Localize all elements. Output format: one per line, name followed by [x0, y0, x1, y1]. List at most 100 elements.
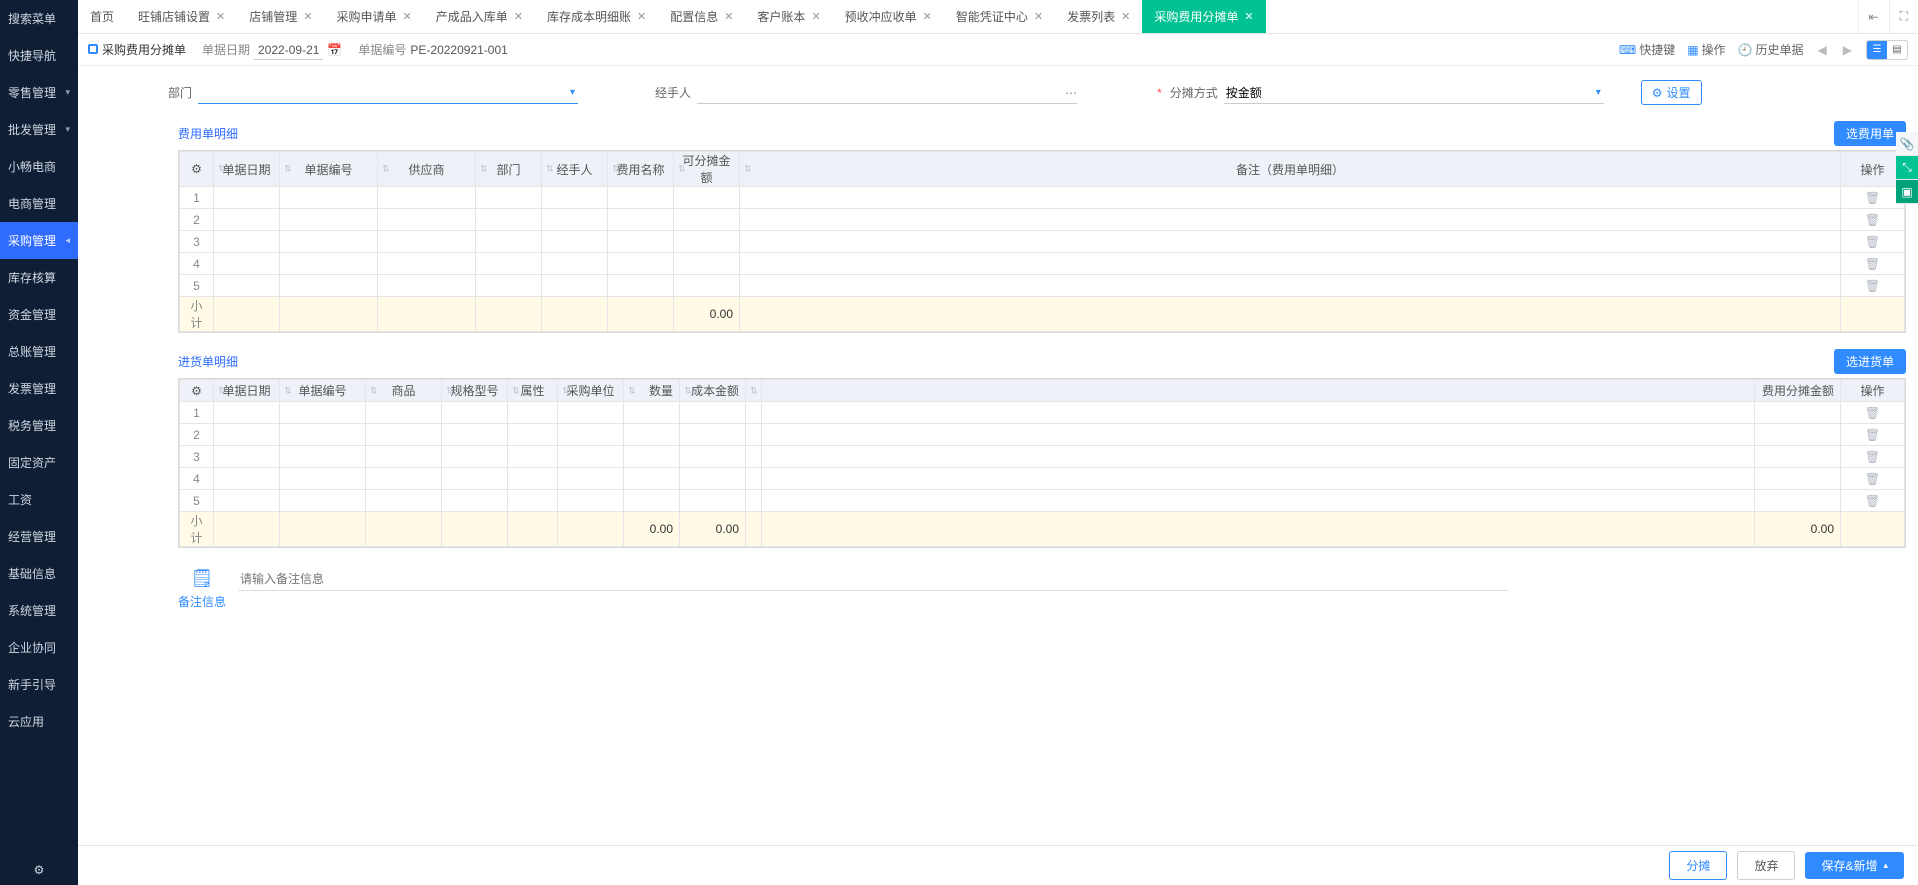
sort-icon[interactable]: ⇅: [480, 165, 488, 174]
sort-icon[interactable]: ⇅: [744, 165, 752, 174]
table-row[interactable]: 1🗑: [180, 187, 1905, 209]
close-icon[interactable]: ✕: [403, 10, 412, 23]
dept-input[interactable]: [198, 81, 578, 104]
attachment-icon[interactable]: 📎: [1896, 132, 1918, 156]
remark-input[interactable]: [238, 568, 1508, 591]
delete-icon[interactable]: 🗑: [1865, 257, 1880, 271]
sort-icon[interactable]: ⇅: [218, 165, 226, 174]
sidebar-item-tax[interactable]: 税务管理: [0, 407, 78, 444]
sidebar-item-search[interactable]: 搜索菜单: [0, 0, 78, 37]
save-new-button[interactable]: 保存&新增▴: [1805, 852, 1904, 879]
history-button[interactable]: 🕘历史单据: [1738, 41, 1804, 58]
sidebar-item-xiaochang[interactable]: 小畅电商: [0, 148, 78, 185]
tab-invoicelist[interactable]: 发票列表✕: [1055, 0, 1142, 33]
sort-icon[interactable]: ⇅: [628, 386, 636, 395]
close-icon[interactable]: ✕: [514, 10, 523, 23]
delete-icon[interactable]: 🗑: [1865, 191, 1880, 205]
settings-button[interactable]: ⚙设置: [1641, 80, 1702, 105]
close-icon[interactable]: ✕: [1244, 10, 1253, 23]
sidebar-item-collab[interactable]: 企业协同: [0, 629, 78, 666]
sort-icon[interactable]: ⇅: [382, 165, 390, 174]
sidebar-item-salary[interactable]: 工资: [0, 481, 78, 518]
sidebar-item-system[interactable]: 系统管理: [0, 592, 78, 629]
sidebar-item-wholesale[interactable]: 批发管理▾: [0, 111, 78, 148]
table-row[interactable]: 3🗑: [180, 446, 1905, 468]
tab-prepay[interactable]: 预收冲应收单✕: [833, 0, 944, 33]
sort-icon[interactable]: ⇅: [284, 165, 292, 174]
sidebar-item-operation[interactable]: 经营管理: [0, 518, 78, 555]
allocate-button[interactable]: 分摊: [1669, 851, 1727, 880]
view-list-button[interactable]: ☰: [1867, 41, 1887, 59]
delete-icon[interactable]: 🗑: [1865, 235, 1880, 249]
lookup-icon[interactable]: ⋯: [1065, 86, 1077, 100]
delete-icon[interactable]: 🗑: [1865, 472, 1880, 486]
sidebar-item-funds[interactable]: 资金管理: [0, 296, 78, 333]
sidebar-item-ledger[interactable]: 总账管理: [0, 333, 78, 370]
sort-icon[interactable]: ⇅: [512, 386, 520, 395]
delete-icon[interactable]: 🗑: [1865, 213, 1880, 227]
close-icon[interactable]: ✕: [724, 10, 733, 23]
tabbar-collapse-button[interactable]: ⇤: [1858, 0, 1889, 33]
sidebar-item-fixedasset[interactable]: 固定资产: [0, 444, 78, 481]
tile-icon[interactable]: ▣: [1896, 180, 1918, 204]
table-row[interactable]: 3🗑: [180, 231, 1905, 253]
method-input[interactable]: [1224, 81, 1604, 104]
delete-icon[interactable]: 🗑: [1865, 406, 1880, 420]
sort-icon[interactable]: ⇅: [678, 165, 686, 174]
table-row[interactable]: 5🗑: [180, 275, 1905, 297]
tabbar-fullscreen-button[interactable]: ⛶: [1889, 0, 1918, 33]
sidebar-item-purchase[interactable]: 采购管理◂: [0, 222, 78, 259]
prev-doc-button[interactable]: ◀: [1816, 43, 1829, 57]
col-settings-icon[interactable]: ⚙: [180, 152, 214, 187]
person-input[interactable]: [697, 81, 1077, 104]
sort-icon[interactable]: ⇅: [612, 165, 620, 174]
tab-wangpu[interactable]: 旺铺店铺设置✕: [126, 0, 237, 33]
tab-finishedgoods[interactable]: 产成品入库单✕: [424, 0, 535, 33]
date-value[interactable]: 2022-09-21: [254, 41, 323, 60]
sidebar-item-retail[interactable]: 零售管理▾: [0, 74, 78, 111]
sidebar-item-baseinfo[interactable]: 基础信息: [0, 555, 78, 592]
table-row[interactable]: 4🗑: [180, 468, 1905, 490]
tab-costdetail[interactable]: 库存成本明细账✕: [535, 0, 658, 33]
sidebar-item-quicknav[interactable]: 快捷导航: [0, 37, 78, 74]
tab-expense-alloc[interactable]: 采购费用分摊单✕: [1142, 0, 1265, 33]
sort-icon[interactable]: ⇅: [218, 386, 226, 395]
tab-voucher[interactable]: 智能凭证中心✕: [944, 0, 1055, 33]
close-icon[interactable]: ✕: [1034, 10, 1043, 23]
col-settings-icon[interactable]: ⚙: [180, 380, 214, 402]
sort-icon[interactable]: ⇅: [546, 165, 554, 174]
tab-home[interactable]: 首页: [78, 0, 126, 33]
close-icon[interactable]: ✕: [923, 10, 932, 23]
sidebar-item-cloudapp[interactable]: 云应用: [0, 703, 78, 740]
sidebar-footer[interactable]: ⚙: [0, 855, 78, 885]
tab-config[interactable]: 配置信息✕: [658, 0, 745, 33]
close-icon[interactable]: ✕: [216, 10, 225, 23]
select-receipt-button[interactable]: 选进货单: [1834, 349, 1906, 374]
discard-button[interactable]: 放弃: [1737, 851, 1795, 880]
close-icon[interactable]: ✕: [1121, 10, 1130, 23]
sidebar-item-ecommerce[interactable]: 电商管理: [0, 185, 78, 222]
next-doc-button[interactable]: ▶: [1841, 43, 1854, 57]
sort-icon[interactable]: ⇅: [370, 386, 378, 395]
delete-icon[interactable]: 🗑: [1865, 494, 1880, 508]
close-icon[interactable]: ✕: [811, 10, 820, 23]
table-row[interactable]: 1🗑: [180, 402, 1905, 424]
sidebar-item-invoice[interactable]: 发票管理: [0, 370, 78, 407]
sidebar-item-guide[interactable]: 新手引导: [0, 666, 78, 703]
tab-shopmgmt[interactable]: 店铺管理✕: [237, 0, 324, 33]
table-row[interactable]: 5🗑: [180, 490, 1905, 512]
quickkey-button[interactable]: ⌨快捷键: [1619, 41, 1675, 58]
sort-icon[interactable]: ⇅: [562, 386, 570, 395]
sidebar-item-inventory[interactable]: 库存核算: [0, 259, 78, 296]
sort-icon[interactable]: ⇅: [284, 386, 292, 395]
sort-icon[interactable]: ⇅: [750, 386, 758, 395]
table-row[interactable]: 2🗑: [180, 209, 1905, 231]
table-row[interactable]: 2🗑: [180, 424, 1905, 446]
expand-icon[interactable]: ⤡: [1896, 156, 1918, 180]
tab-customerbook[interactable]: 客户账本✕: [745, 0, 832, 33]
close-icon[interactable]: ✕: [637, 10, 646, 23]
tab-purchasereq[interactable]: 采购申请单✕: [324, 0, 423, 33]
calendar-icon[interactable]: 📅: [327, 43, 342, 57]
delete-icon[interactable]: 🗑: [1865, 428, 1880, 442]
operate-button[interactable]: ▦操作: [1687, 41, 1725, 58]
